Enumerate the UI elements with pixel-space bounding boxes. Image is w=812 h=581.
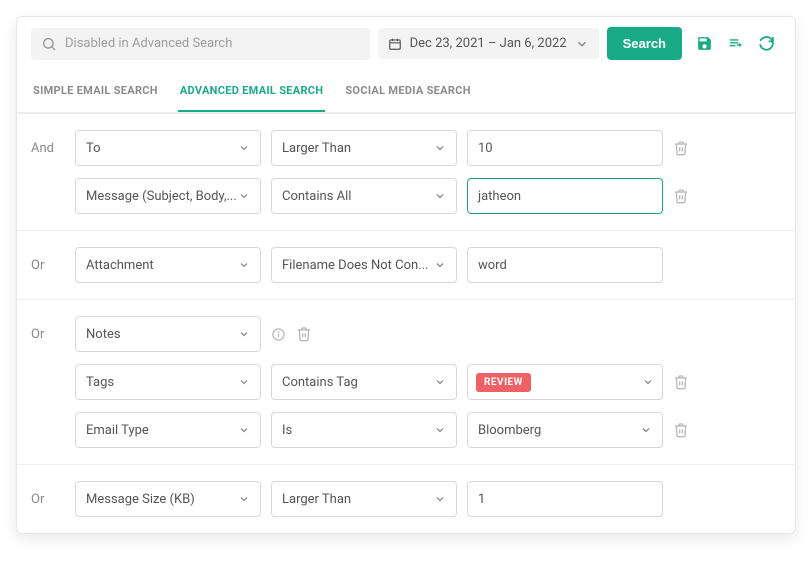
operator-label: Or xyxy=(31,492,65,507)
value-select[interactable]: Bloomberg xyxy=(467,412,663,448)
rule-group-or: Or Attachment Filename Does Not Con... w… xyxy=(17,230,795,299)
operator-label: And xyxy=(31,141,65,156)
delete-rule-button[interactable] xyxy=(673,140,689,156)
chevron-down-icon xyxy=(434,493,446,505)
value-input[interactable]: 1 xyxy=(467,481,663,517)
rule-group-and: And To Larger Than 10 Message (Subject, … xyxy=(17,113,795,230)
chevron-down-icon xyxy=(434,424,446,436)
value-input[interactable]: jatheon xyxy=(467,178,663,214)
field-select[interactable]: Attachment xyxy=(75,247,261,283)
calendar-icon xyxy=(388,37,402,51)
chevron-down-icon xyxy=(434,376,446,388)
operator-label: Or xyxy=(31,258,65,273)
chevron-down-icon xyxy=(238,259,250,271)
operator-select[interactable]: Contains All xyxy=(271,178,457,214)
operator-select[interactable]: Larger Than xyxy=(271,481,457,517)
date-range-picker[interactable]: Dec 23, 2021 – Jan 6, 2022 xyxy=(378,28,599,59)
rule-row: Or Message Size (KB) Larger Than 1 xyxy=(31,481,781,517)
search-tabs: SIMPLE EMAIL SEARCH ADVANCED EMAIL SEARC… xyxy=(17,70,795,113)
rule-group-or: Or Notes Tags Contains Tag REVIEW xyxy=(17,299,795,464)
field-select[interactable]: Notes xyxy=(75,316,261,352)
topbar: Disabled in Advanced Search Dec 23, 2021… xyxy=(17,17,795,70)
field-select[interactable]: Email Type xyxy=(75,412,261,448)
search-placeholder-text: Disabled in Advanced Search xyxy=(65,36,232,51)
export-icon[interactable] xyxy=(727,35,744,52)
operator-label: Or xyxy=(31,327,65,342)
tab-advanced[interactable]: ADVANCED EMAIL SEARCH xyxy=(178,70,326,112)
delete-rule-button[interactable] xyxy=(296,326,312,342)
info-icon[interactable] xyxy=(271,327,286,342)
rule-row: Message (Subject, Body,... Contains All … xyxy=(31,178,781,214)
chevron-down-icon xyxy=(238,190,250,202)
chevron-down-icon xyxy=(642,376,654,388)
value-input[interactable]: 10 xyxy=(467,130,663,166)
field-select[interactable]: Message (Subject, Body,... xyxy=(75,178,261,214)
search-input-disabled: Disabled in Advanced Search xyxy=(31,28,370,60)
save-icon[interactable] xyxy=(696,35,713,52)
operator-select[interactable]: Larger Than xyxy=(271,130,457,166)
chevron-down-icon xyxy=(238,493,250,505)
chevron-down-icon xyxy=(640,424,652,436)
tag-badge: REVIEW xyxy=(476,373,531,392)
operator-select[interactable]: Is xyxy=(271,412,457,448)
delete-rule-button[interactable] xyxy=(673,374,689,390)
field-select[interactable]: Tags xyxy=(75,364,261,400)
value-input[interactable]: word xyxy=(467,247,663,283)
tab-social[interactable]: SOCIAL MEDIA SEARCH xyxy=(343,70,472,112)
search-icon xyxy=(41,36,57,52)
advanced-search-panel: Disabled in Advanced Search Dec 23, 2021… xyxy=(16,16,796,534)
rule-row: Email Type Is Bloomberg xyxy=(31,412,781,448)
chevron-down-icon xyxy=(434,259,446,271)
operator-select[interactable]: Contains Tag xyxy=(271,364,457,400)
field-select[interactable]: Message Size (KB) xyxy=(75,481,261,517)
chevron-down-icon xyxy=(575,37,589,51)
rule-row: Or Notes xyxy=(31,316,781,352)
search-button[interactable]: Search xyxy=(607,27,682,60)
chevron-down-icon xyxy=(238,376,250,388)
chevron-down-icon xyxy=(238,142,250,154)
rule-row: Or Attachment Filename Does Not Con... w… xyxy=(31,247,781,283)
rule-row: Tags Contains Tag REVIEW xyxy=(31,364,781,400)
operator-select[interactable]: Filename Does Not Con... xyxy=(271,247,457,283)
field-select[interactable]: To xyxy=(75,130,261,166)
value-tag-select[interactable]: REVIEW xyxy=(467,364,663,400)
chevron-down-icon xyxy=(434,190,446,202)
delete-rule-button[interactable] xyxy=(673,188,689,204)
toolbar-icons xyxy=(690,35,781,52)
refresh-icon[interactable] xyxy=(758,35,775,52)
rule-row: And To Larger Than 10 xyxy=(31,130,781,166)
chevron-down-icon xyxy=(238,328,250,340)
date-range-text: Dec 23, 2021 – Jan 6, 2022 xyxy=(410,36,567,51)
delete-rule-button[interactable] xyxy=(673,422,689,438)
chevron-down-icon xyxy=(434,142,446,154)
tab-simple[interactable]: SIMPLE EMAIL SEARCH xyxy=(31,70,160,112)
chevron-down-icon xyxy=(238,424,250,436)
rule-group-or: Or Message Size (KB) Larger Than 1 xyxy=(17,464,795,533)
